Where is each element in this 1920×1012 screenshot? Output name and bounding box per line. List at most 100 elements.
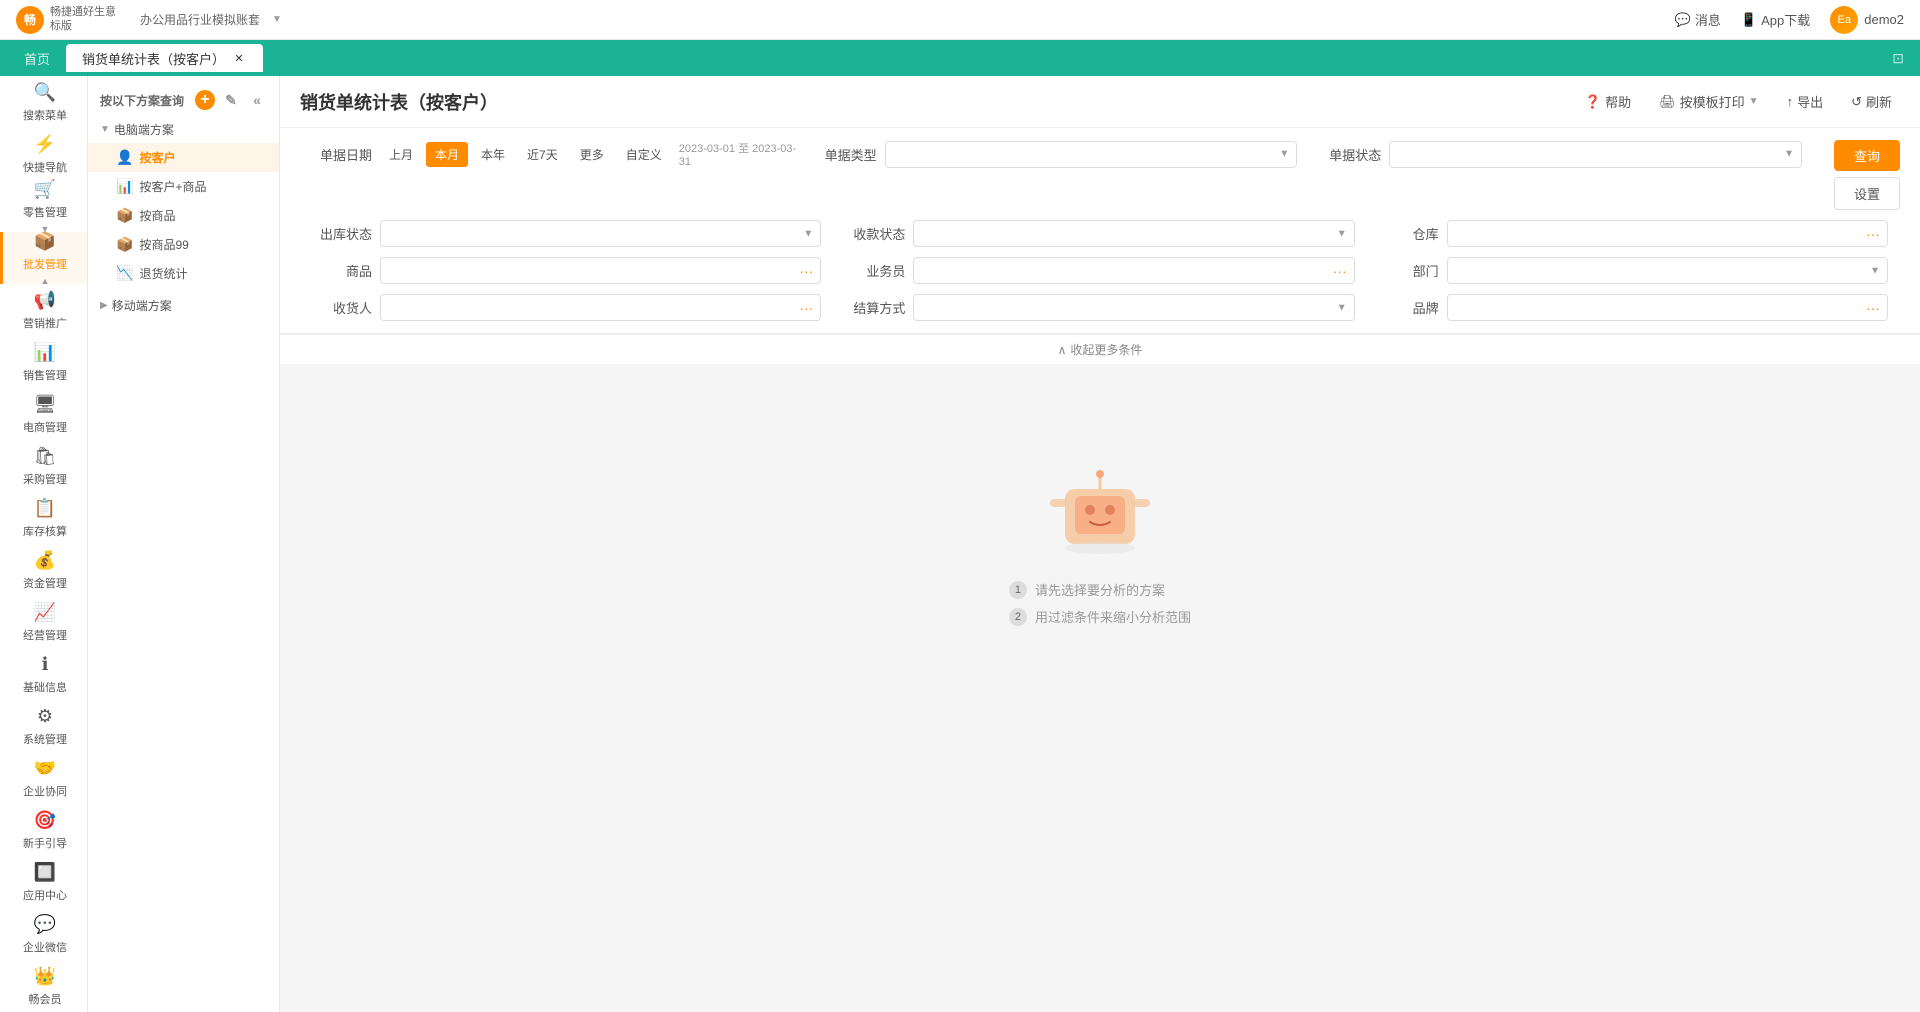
sidebar-item-app-center[interactable]: 🔲 应用中心 [0,856,87,908]
date-this-year-btn[interactable]: 本年 [472,142,514,167]
salesperson-label: 业务员 [833,261,913,280]
download-icon: 📱 [1741,12,1757,28]
app-name: 畅捷通好生意 标版 [50,6,116,32]
warehouse-input[interactable] [1447,220,1888,247]
empty-svg-icon [1040,444,1160,564]
doc-status-label: 单据状态 [1309,145,1389,164]
wholesale-arrow-icon: ▲ [41,276,50,286]
collapse-filter-btn[interactable]: ∧ 收起更多条件 [280,334,1920,364]
date-label: 单据日期 [300,145,380,164]
customer-scheme-icon: 👤 [116,149,133,166]
warehouse-dots-btn[interactable]: ··· [1866,226,1880,242]
salesperson-filter: 业务员 ··· [833,257,1366,284]
scheme-by-goods[interactable]: 📦 按商品 [88,201,279,230]
sidebar-item-quick-nav[interactable]: ⚡ 快捷导航 [0,128,87,180]
sidebar-item-basic-info[interactable]: ℹ 基础信息 [0,648,87,700]
payment-status-select[interactable] [913,220,1354,247]
empty-tips: 1 请先选择要分析的方案 2 用过滤条件来缩小分析范围 [1009,580,1191,626]
sidebar-item-system[interactable]: ⚙ 系统管理 [0,700,87,752]
industry-dropdown-icon[interactable]: ▼ [272,14,282,25]
mobile-scheme-group: ▶ 移动端方案 [88,292,279,319]
content-area: 销货单统计表（按客户） ❓ 帮助 🖨 按模板打印 ▼ ↑ 导出 ↺ 刷新 [280,76,1920,1012]
recipient-input[interactable] [380,294,821,321]
out-status-select[interactable] [380,220,821,247]
sidebar-item-guide[interactable]: 🎯 新手引导 [0,804,87,856]
sidebar-item-management[interactable]: 📈 经营管理 [0,596,87,648]
goods-input[interactable] [380,257,821,284]
sidebar-item-sales[interactable]: 📊 销售管理 [0,336,87,388]
scheme-return-stats[interactable]: 📉 退货统计 [88,259,279,288]
brand-input[interactable] [1447,294,1888,321]
tab-report[interactable]: 销货单统计表（按客户） ✕ [66,44,263,72]
scheme-by-goods-99[interactable]: 📦 按商品99 [88,230,279,259]
date-7days-btn[interactable]: 近7天 [518,142,567,167]
date-last-month-btn[interactable]: 上月 [380,142,422,167]
mobile-group-toggle-icon: ▶ [100,300,108,311]
main-container: 🔍 搜索菜单 ⚡ 快捷导航 🛒 零售管理 ▼ 📦 批发管理 ▲ 📢 营销推广 📊… [0,76,1920,1012]
salesperson-input[interactable] [913,257,1354,284]
sidebar-item-search[interactable]: 🔍 搜索菜单 [0,76,87,128]
refresh-btn[interactable]: ↺ 刷新 [1843,88,1900,115]
tip-number-2: 2 [1009,608,1027,626]
customer-goods-scheme-icon: 📊 [116,178,133,195]
goods-dots-btn[interactable]: ··· [799,263,813,279]
sidebar-item-member[interactable]: 👑 畅会员 [0,960,87,1012]
sidebar-item-finance[interactable]: 💰 资金管理 [0,544,87,596]
goods99-scheme-icon: 📦 [116,236,133,253]
mobile-group-header[interactable]: ▶ 移动端方案 [88,292,279,319]
sidebar-item-marketing[interactable]: 📢 营销推广 [0,284,87,336]
tab-maximize-btn[interactable]: ⊡ [1884,46,1912,71]
doc-type-select[interactable] [885,141,1298,168]
sidebar-item-enterprise[interactable]: 🤝 企业协同 [0,752,87,804]
date-this-month-btn[interactable]: 本月 [426,142,468,167]
scheme-by-customer-goods[interactable]: 📊 按客户+商品 [88,172,279,201]
sidebar-item-inventory[interactable]: 📋 库存核算 [0,492,87,544]
scheme-by-customer[interactable]: 👤 按客户 [88,143,279,172]
collapse-icon: ∧ [1058,343,1067,357]
enterprise-icon: 🤝 [34,758,56,779]
tab-close-icon[interactable]: ✕ [231,50,247,66]
wechat-icon: 💬 [34,914,56,935]
top-header: 畅 畅捷通好生意 标版 办公用品行业模拟账套 ▼ 💬 消息 📱 App下载 Ea… [0,0,1920,40]
settlement-select[interactable] [913,294,1354,321]
collapse-panel-btn[interactable]: « [247,90,267,110]
edit-scheme-btn[interactable]: ✎ [221,90,241,110]
sidebar-item-purchase[interactable]: 🛍 采购管理 [0,440,87,492]
management-icon: 📈 [34,602,56,623]
message-btn[interactable]: 💬 消息 [1675,10,1721,29]
page-actions: ❓ 帮助 🖨 按模板打印 ▼ ↑ 导出 ↺ 刷新 [1577,88,1900,127]
panel-header: 按以下方案查询 + ✎ « [88,84,279,116]
logo-area: 畅 畅捷通好生意 标版 [16,6,116,34]
sidebar-item-wechat[interactable]: 💬 企业微信 [0,908,87,960]
desktop-group-header[interactable]: ▼ 电脑端方案 [88,116,279,143]
salesperson-dots-btn[interactable]: ··· [1333,263,1347,279]
brand-dots-btn[interactable]: ··· [1866,300,1880,316]
sidebar-item-ecommerce[interactable]: 🖥 电商管理 [0,388,87,440]
doc-type-label: 单据类型 [805,145,885,164]
department-select[interactable] [1447,257,1888,284]
date-custom-btn[interactable]: 自定义 [617,142,671,167]
user-menu-btn[interactable]: Ea demo2 [1830,6,1904,34]
template-print-btn[interactable]: 🖨 按模板打印 ▼ [1651,88,1766,115]
recipient-dots-btn[interactable]: ··· [799,300,813,316]
warehouse-label: 仓库 [1367,224,1447,243]
sidebar-item-retail[interactable]: 🛒 零售管理 ▼ [0,180,87,232]
export-btn[interactable]: ↑ 导出 [1779,88,1832,115]
print-dropdown-arrow-icon: ▼ [1749,96,1759,107]
add-scheme-btn[interactable]: + [195,90,215,110]
help-btn[interactable]: ❓ 帮助 [1577,88,1639,115]
query-btn[interactable]: 查询 [1834,140,1900,171]
app-center-icon: 🔲 [34,862,56,883]
sidebar: 🔍 搜索菜单 ⚡ 快捷导航 🛒 零售管理 ▼ 📦 批发管理 ▲ 📢 营销推广 📊… [0,76,88,1012]
empty-tip-1: 1 请先选择要分析的方案 [1009,580,1191,599]
app-download-btn[interactable]: 📱 App下载 [1741,10,1810,29]
department-label: 部门 [1367,261,1447,280]
date-more-btn[interactable]: 更多 [571,142,613,167]
doc-status-select[interactable] [1389,141,1802,168]
industry-label: 办公用品行业模拟账套 [140,11,260,28]
sidebar-item-wholesale[interactable]: 📦 批发管理 ▲ [0,232,87,284]
tab-home[interactable]: 首页 [8,44,66,72]
doc-type-select-wrapper: ▼ [885,141,1298,168]
message-icon: 💬 [1675,12,1691,28]
settings-btn[interactable]: 设置 [1834,177,1900,210]
